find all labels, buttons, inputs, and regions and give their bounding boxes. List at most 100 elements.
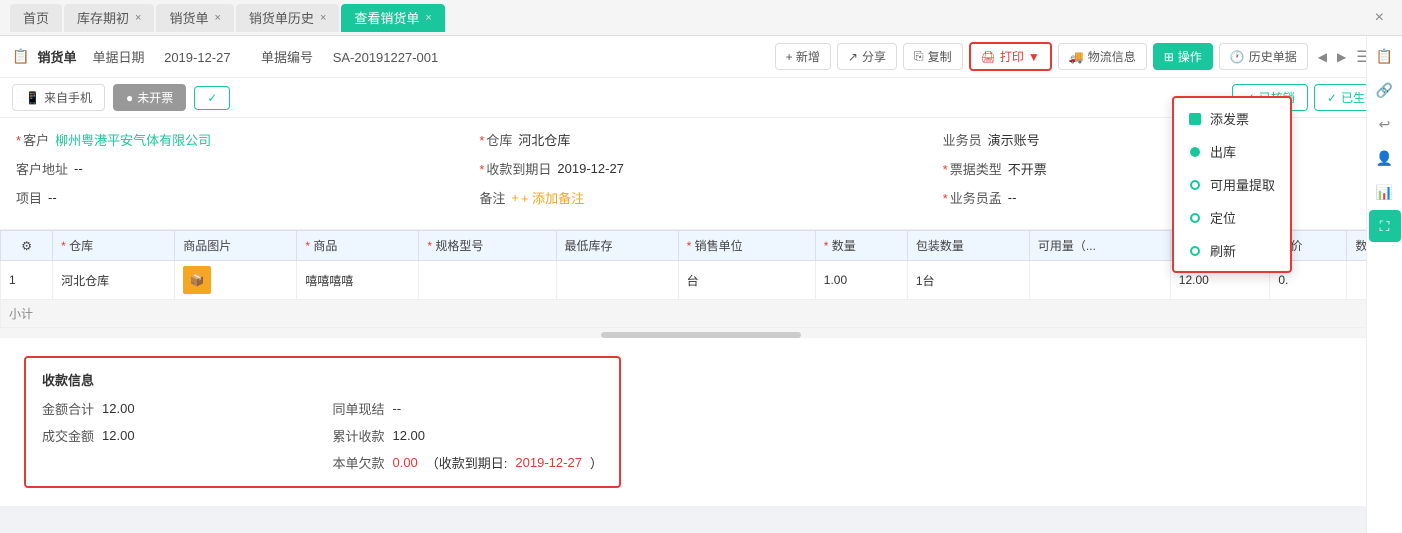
logistics-button[interactable]: 🚚 物流信息 (1058, 43, 1147, 70)
sidebar-chart-icon[interactable]: 📊 (1369, 176, 1401, 208)
operate-button[interactable]: ⊞ 操作 (1153, 43, 1213, 70)
arrears-value: 0.00 (392, 455, 417, 470)
customer-label: 客户 (16, 130, 49, 149)
from-phone-button[interactable]: 📱 来自手机 (12, 84, 105, 111)
col-package-qty: 包装数量 (907, 231, 1029, 261)
row-warehouse: 河北仓库 (53, 261, 175, 300)
dropdown-locate[interactable]: 定位 (1174, 201, 1290, 234)
tab-view-label: 查看销货单 (354, 8, 419, 27)
customer-field: 客户 柳州粤港平安气体有限公司 (16, 130, 459, 149)
note-label: 备注 (479, 188, 505, 207)
right-sidebar: 📋 🔗 ↩ 👤 📊 ⛶ (1366, 36, 1402, 533)
window-close-button[interactable]: × (1367, 9, 1392, 27)
ticket-type-value: 不开票 (1008, 159, 1047, 178)
same-order-label: 同单现结 (332, 399, 384, 418)
customer-value[interactable]: 柳州粤港平安气体有限公司 (55, 130, 211, 149)
tab-history-close[interactable]: × (320, 12, 326, 24)
tab-view-close[interactable]: × (425, 12, 431, 24)
add-invoice-icon (1188, 112, 1202, 126)
nav-arrows: ◀ ▶ (1314, 48, 1350, 66)
address-field: 客户地址 -- (16, 159, 459, 178)
arrears-label: 本单欠款 (332, 453, 384, 472)
row-product: 嘻嘻嘻嘻 (297, 261, 419, 300)
locate-label: 定位 (1210, 208, 1236, 227)
add-invoice-label: 添发票 (1210, 109, 1249, 128)
payment-title: 收款信息 (42, 370, 603, 389)
add-note-button[interactable]: + + 添加备注 (511, 188, 584, 207)
next-arrow[interactable]: ▶ (1333, 48, 1350, 66)
salesperson-value: 演示账号 (988, 130, 1040, 149)
sidebar-link-icon[interactable]: 🔗 (1369, 74, 1401, 106)
salesperson-field: 业务员 演示账号 (943, 130, 1386, 149)
tab-inventory-init[interactable]: 库存期初 × (64, 4, 154, 32)
not-open-button[interactable]: ● 未开票 (113, 84, 186, 111)
amount-total-label: 金额合计 (42, 399, 94, 418)
dropdown-outbound[interactable]: 出库 (1174, 135, 1290, 168)
print-button[interactable]: 🖨 打印 ▼ (969, 42, 1052, 71)
tab-sales-label: 销货单 (169, 8, 208, 27)
subtotal-label: 小计 (1, 300, 1402, 328)
col-min-stock: 最低库存 (556, 231, 678, 261)
row-num: 1 (1, 261, 53, 300)
col-available: 可用量（... (1029, 231, 1170, 261)
arrears-end: ） (590, 453, 603, 472)
arrears-note: （收款到期日: (426, 453, 508, 472)
col-settings[interactable]: ⚙ (1, 231, 53, 261)
amount-total-value: 12.00 (102, 401, 135, 416)
tab-inventory-label: 库存期初 (77, 8, 129, 27)
prev-arrow[interactable]: ◀ (1314, 48, 1331, 66)
history-button[interactable]: 🕐 历史单据 (1219, 43, 1308, 70)
product-thumbnail: 📦 (183, 266, 211, 294)
tab-sales-history[interactable]: 销货单历史 × (236, 4, 339, 32)
col-quantity: * 数量 (815, 231, 907, 261)
warehouse-field: 仓库 河北仓库 (479, 130, 922, 149)
due-date-label: 收款到期日 (479, 159, 551, 178)
new-button[interactable]: + 新增 (775, 43, 831, 70)
tab-sales-order[interactable]: 销货单 × (156, 4, 233, 32)
tab-home[interactable]: 首页 (10, 4, 62, 32)
row-sales-unit: 台 (678, 261, 815, 300)
row-quantity: 1.00 (815, 261, 907, 300)
col-product-img: 商品图片 (175, 231, 297, 261)
add-note-icon: + (511, 190, 519, 205)
ticket-type-field: 票据类型 不开票 (943, 159, 1386, 178)
transaction-row: 成交金额 12.00 (42, 424, 312, 447)
date-value: 2019-12-27 (164, 50, 231, 65)
warehouse-value: 河北仓库 (518, 130, 570, 149)
same-order-row: 同单现结 -- (332, 397, 602, 420)
sidebar-expand-icon[interactable]: ⛶ (1369, 210, 1401, 242)
row-package-qty: 1台 (907, 261, 1029, 300)
share-button[interactable]: ↗ 分享 (837, 43, 897, 70)
dropdown-available-qty[interactable]: 可用量提取 (1174, 168, 1290, 201)
tab-sales-close[interactable]: × (214, 12, 220, 24)
tab-view-sales[interactable]: 查看销货单 × (341, 4, 444, 32)
share-icon: ↗ (848, 50, 858, 64)
doc-meta: 单据日期 2019-12-27 单据编号 SA-20191227-001 (92, 47, 454, 66)
scroll-area (0, 328, 1402, 338)
doc-icon: 📋 (12, 48, 29, 65)
payment-section: 收款信息 金额合计 12.00 同单现结 -- 成交金额 12.00 累计收款 … (24, 356, 621, 488)
check-icon-btn[interactable]: ✓ (194, 86, 230, 110)
arrears-date: 2019-12-27 (515, 455, 582, 470)
sidebar-doc-icon[interactable]: 📋 (1369, 40, 1401, 72)
due-date-field: 收款到期日 2019-12-27 (479, 159, 922, 178)
number-label: 单据编号 (261, 50, 313, 65)
row-available (1029, 261, 1170, 300)
col-warehouse: * 仓库 (53, 231, 175, 261)
copy-button[interactable]: ⎘ 复制 (903, 43, 963, 70)
warehouse-label: 仓库 (479, 130, 512, 149)
print-icon: 🖨 (981, 50, 996, 64)
operate-icon: ⊞ (1164, 50, 1174, 64)
print-dropdown-arrow: ▼ (1028, 50, 1040, 64)
sidebar-user-icon[interactable]: 👤 (1369, 142, 1401, 174)
sidebar-return-icon[interactable]: ↩ (1369, 108, 1401, 140)
dropdown-add-invoice[interactable]: 添发票 (1174, 102, 1290, 135)
col-product: * 商品 (297, 231, 419, 261)
scroll-bar[interactable] (601, 332, 801, 338)
outbound-label: 出库 (1210, 142, 1236, 161)
row-spec (419, 261, 556, 300)
toolbar: 📋 销货单 单据日期 2019-12-27 单据编号 SA-20191227-0… (0, 36, 1402, 78)
tab-inventory-close[interactable]: × (135, 12, 141, 24)
dropdown-refresh[interactable]: 刷新 (1174, 234, 1290, 267)
toolbar-right: + 新增 ↗ 分享 ⎘ 复制 🖨 打印 ▼ 🚚 物流信息 ⊞ 操作 (775, 42, 1390, 71)
